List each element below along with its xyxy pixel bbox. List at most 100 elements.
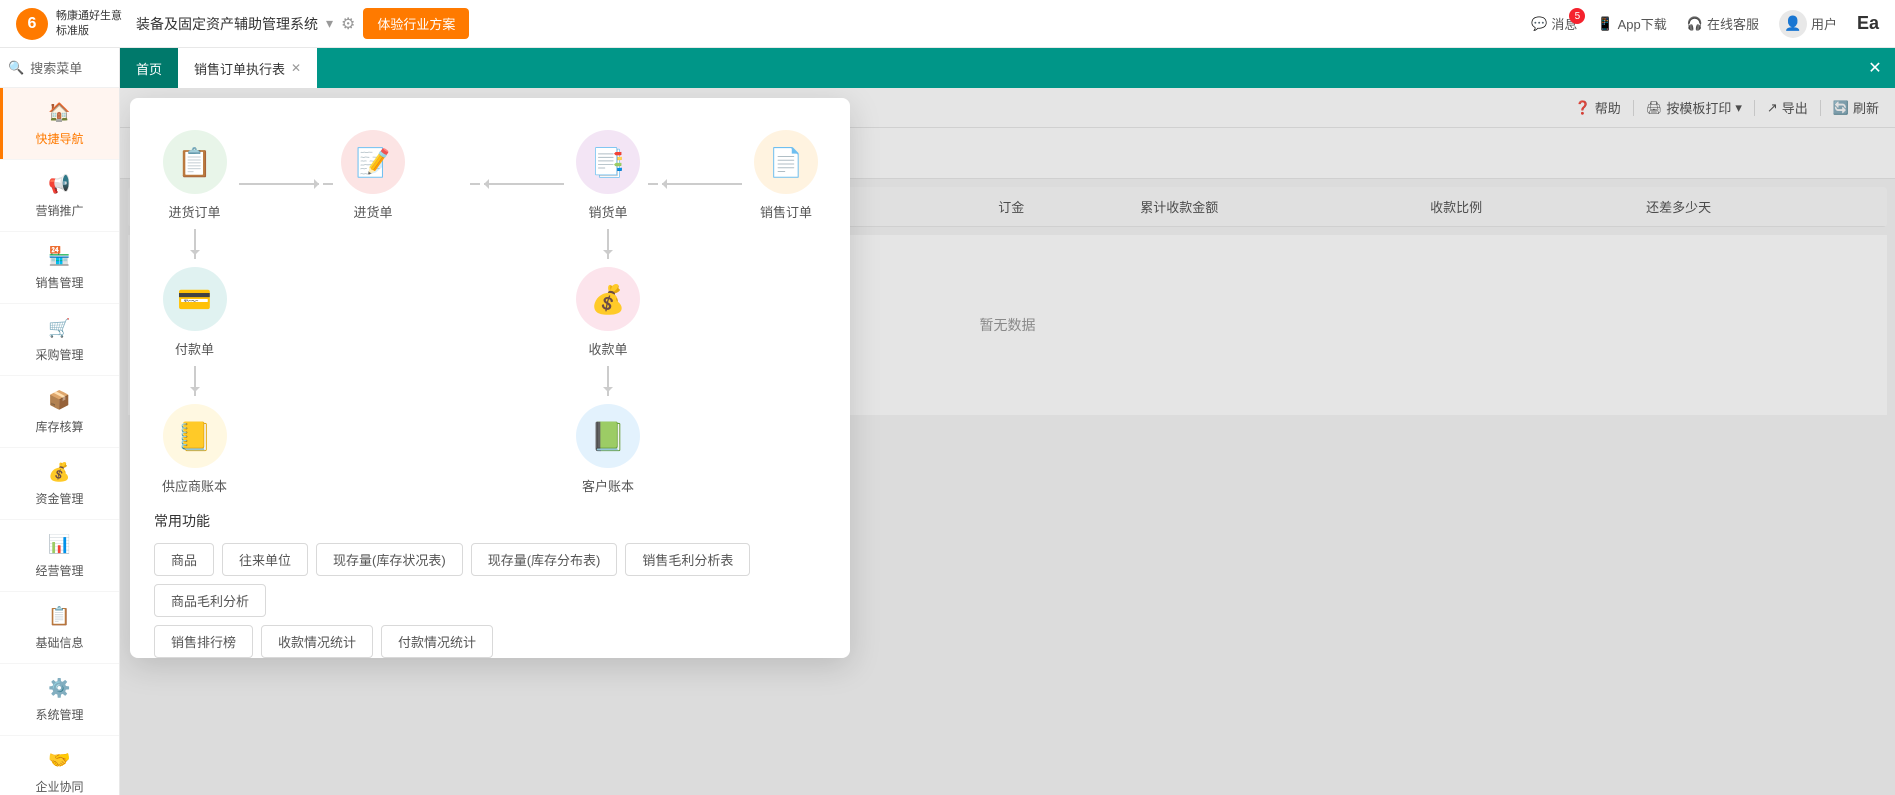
inventory-icon: 📦 (48, 388, 72, 412)
popup-overlay: 📋 进货订单 (120, 88, 1895, 795)
operation-icon: 📊 (48, 532, 72, 556)
function-buttons: 商品 往来单位 现存量(库存状况表) 现存量(库存分布表) 销售毛利分析表 商品… (154, 543, 826, 617)
tab-close-all-button[interactable]: ✕ (1855, 48, 1895, 88)
arrow-down-4 (607, 366, 609, 396)
fn-btn-sales-rank[interactable]: 销售排行榜 (154, 625, 253, 658)
system-title: 装备及固定资产辅助管理系统 (136, 14, 318, 34)
sales-bill-node[interactable]: 📑 销货单 (568, 122, 648, 229)
left-flow: 📋 进货订单 (154, 122, 235, 503)
logo-area: 6 畅康通好生意 标准版 (16, 8, 136, 40)
logo-text: 畅康通好生意 标准版 (56, 9, 122, 38)
basic-info-icon: 📋 (48, 604, 72, 628)
fn-btn-partner[interactable]: 往来单位 (222, 543, 308, 576)
receipt-bill-circle: 💰 (576, 267, 640, 331)
logo-icon: 6 (16, 8, 48, 40)
fn-btn-receipt-stats[interactable]: 收款情况统计 (261, 625, 373, 658)
common-functions-title: 常用功能 (154, 511, 826, 531)
sidebar-item-quick-nav[interactable]: 🏠 快捷导航 (0, 88, 119, 160)
sidebar-item-sales[interactable]: 🏪 销售管理 (0, 232, 119, 304)
payment-bill-node[interactable]: 💳 付款单 (155, 259, 235, 366)
online-service-label: 在线客服 (1707, 14, 1759, 33)
purchase-bill-node[interactable]: 📝 进货单 (333, 122, 413, 229)
h-arrow-1 (235, 122, 333, 216)
payment-bill-circle: 💳 (163, 267, 227, 331)
purchase-order-label: 进货订单 (168, 202, 220, 221)
arrow-down-2 (194, 366, 196, 396)
sidebar-item-marketing[interactable]: 📢 营销推广 (0, 160, 119, 232)
middle-right-flow: 📑 销货单 💰 (568, 122, 648, 503)
right-flow: 📄 销售订单 (746, 122, 826, 229)
fn-btn-product-profit[interactable]: 商品毛利分析 (154, 584, 266, 617)
h-arrow-2 (470, 122, 568, 216)
app-download-item[interactable]: 📱 App下载 (1597, 14, 1666, 33)
sidebar-item-operation[interactable]: 📊 经营管理 (0, 520, 119, 592)
supplier-ledger-label: 供应商账本 (162, 476, 227, 495)
sidebar-item-finance[interactable]: 💰 资金管理 (0, 448, 119, 520)
sidebar: 🔍 搜索菜单 🏠 快捷导航 📢 营销推广 🏪 销售管理 🛒 采购管理 📦 (0, 48, 120, 795)
customer-ledger-node[interactable]: 📗 客户账本 (568, 396, 648, 503)
sidebar-item-purchase[interactable]: 🛒 采购管理 (0, 304, 119, 376)
purchase-order-circle: 📋 (163, 130, 227, 194)
sidebar-item-system[interactable]: ⚙️ 系统管理 (0, 664, 119, 736)
arrow-down-1 (194, 229, 196, 259)
online-service-item[interactable]: 🎧 在线客服 (1687, 14, 1759, 33)
purchase-order-node[interactable]: 📋 进货订单 (155, 122, 235, 229)
finance-icon: 💰 (48, 460, 72, 484)
purchase-bill-label: 进货单 (354, 202, 393, 221)
content-area: 首页 销售订单执行表 ✕ ✕ ❓ 帮助 (120, 48, 1895, 795)
middle-left-flow: 📝 进货单 (333, 122, 413, 229)
customer-ledger-label: 客户账本 (582, 476, 634, 495)
flow-diagram: 📋 进货订单 (154, 122, 826, 503)
sales-bill-label: 销货单 (588, 202, 627, 221)
customer-ledger-circle: 📗 (576, 404, 640, 468)
tab-close-icon[interactable]: ✕ (291, 61, 301, 75)
sales-icon: 🏪 (48, 244, 72, 268)
dropdown-icon[interactable]: ▾ (326, 15, 333, 32)
supplier-ledger-circle: 📒 (163, 404, 227, 468)
function-buttons-row2: 销售排行榜 收款情况统计 付款情况统计 (154, 625, 826, 658)
download-icon: 📱 (1597, 16, 1613, 32)
payment-bill-label: 付款单 (175, 339, 214, 358)
top-left-row: 📋 进货订单 (155, 122, 235, 229)
fn-btn-stock-status[interactable]: 现存量(库存状况表) (316, 543, 463, 576)
sales-order-circle: 📄 (754, 130, 818, 194)
supplier-ledger-node[interactable]: 📒 供应商账本 (154, 396, 235, 503)
fn-btn-payment-stats[interactable]: 付款情况统计 (381, 625, 493, 658)
quick-nav-icon: 🏠 (48, 100, 72, 124)
message-icon-item[interactable]: 💬 消息 5 (1531, 14, 1577, 33)
receipt-bill-node[interactable]: 💰 收款单 (568, 259, 648, 366)
sales-bill-circle: 📑 (576, 130, 640, 194)
common-functions: 常用功能 商品 往来单位 现存量(库存状况表) 现存量(库存分布表) 销售毛利分… (154, 511, 826, 658)
marketing-icon: 📢 (48, 172, 72, 196)
user-item[interactable]: 👤 用户 (1779, 10, 1837, 38)
sidebar-item-enterprise[interactable]: 🤝 企业协同 (0, 736, 119, 795)
fn-btn-sales-profit[interactable]: 销售毛利分析表 (625, 543, 750, 576)
service-icon: 🎧 (1687, 16, 1703, 32)
main-layout: 🔍 搜索菜单 🏠 快捷导航 📢 营销推广 🏪 销售管理 🛒 采购管理 📦 (0, 48, 1895, 795)
sidebar-item-inventory[interactable]: 📦 库存核算 (0, 376, 119, 448)
app-download-label: App下载 (1618, 14, 1667, 33)
fn-btn-product[interactable]: 商品 (154, 543, 214, 576)
message-icon: 💬 (1531, 16, 1547, 32)
avatar: 👤 (1779, 10, 1807, 38)
page-content: ❓ 帮助 🖨 按模板打印 ▾ ↗ 导出 (120, 88, 1895, 795)
settings-icon[interactable]: ⚙ (341, 14, 355, 34)
purchase-icon: 🛒 (48, 316, 72, 340)
try-button[interactable]: 体验行业方案 (363, 8, 469, 39)
sidebar-search[interactable]: 🔍 搜索菜单 (0, 48, 119, 88)
tab-home[interactable]: 首页 (120, 48, 178, 88)
system-icon: ⚙️ (48, 676, 72, 700)
message-badge: 5 (1569, 8, 1585, 24)
top-bar-right: 💬 消息 5 📱 App下载 🎧 在线客服 👤 用户 Ea (1531, 10, 1879, 38)
sales-order-final-node[interactable]: 📄 销售订单 (746, 122, 826, 229)
fn-btn-stock-dist[interactable]: 现存量(库存分布表) (471, 543, 618, 576)
sales-order-final-label: 销售订单 (760, 202, 812, 221)
sidebar-item-basic-info[interactable]: 📋 基础信息 (0, 592, 119, 664)
enterprise-icon: 🤝 (48, 748, 72, 772)
search-icon: 🔍 (8, 60, 24, 76)
popup-card: 📋 进货订单 (130, 98, 850, 658)
tab-bar: 首页 销售订单执行表 ✕ ✕ (120, 48, 1895, 88)
purchase-bill-circle: 📝 (341, 130, 405, 194)
tab-sales-order[interactable]: 销售订单执行表 ✕ (178, 48, 317, 88)
receipt-bill-label: 收款单 (588, 339, 627, 358)
